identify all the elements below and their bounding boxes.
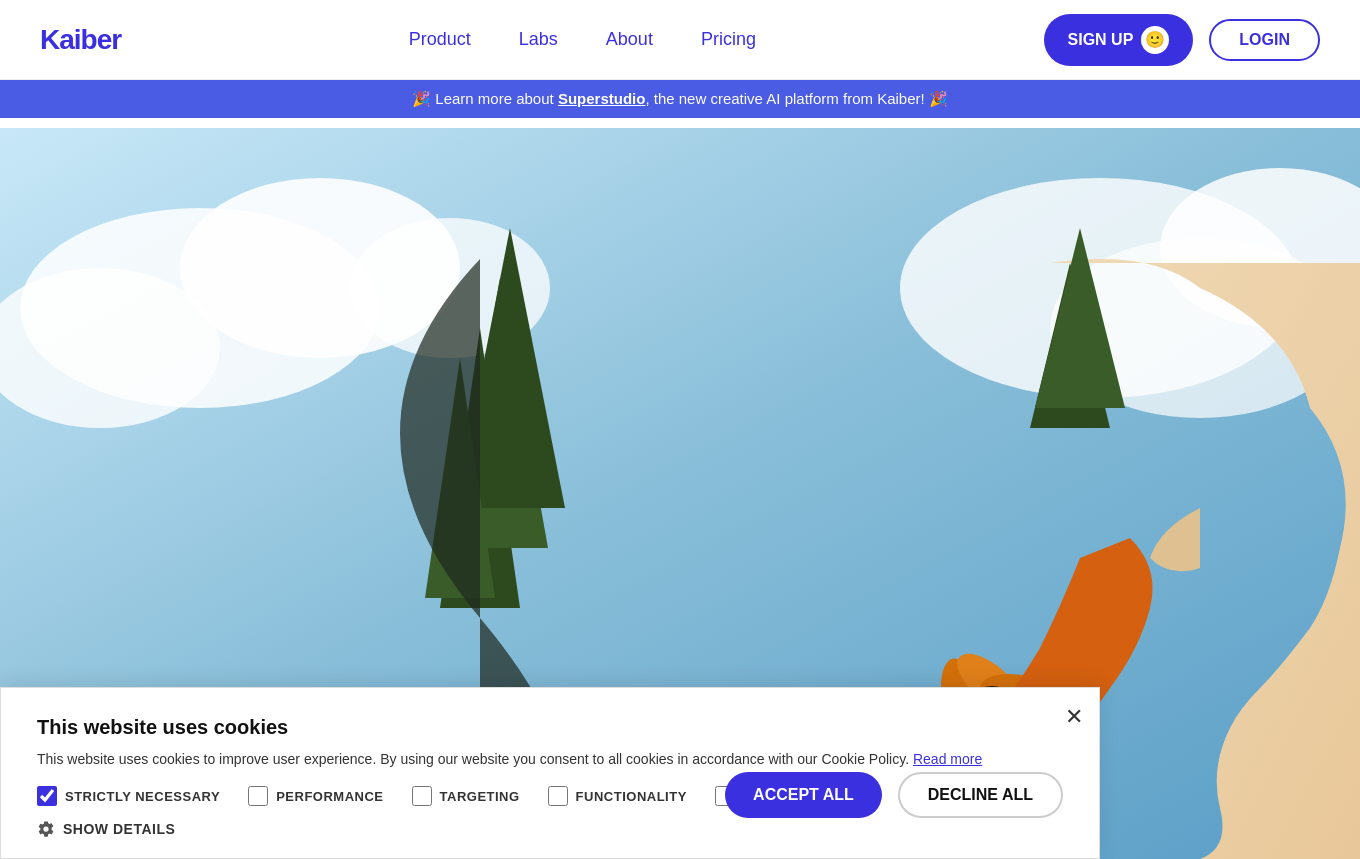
targeting-checkbox[interactable] <box>412 786 432 806</box>
announcement-banner: 🎉 Learn more about Superstudio, the new … <box>0 80 1360 118</box>
functionality-label: FUNCTIONALITY <box>576 789 687 804</box>
navbar-actions: SIGN UP 🙂 LOGIN <box>1044 14 1320 66</box>
cookie-description: This website uses cookies to improve use… <box>37 749 1063 770</box>
login-button[interactable]: LOGIN <box>1209 19 1320 61</box>
banner-text-after: , the new creative AI platform from Kaib… <box>645 90 947 107</box>
cookie-read-more-link[interactable]: Read more <box>913 751 982 767</box>
performance-checkbox[interactable] <box>248 786 268 806</box>
logo[interactable]: Kaiber <box>40 24 121 56</box>
nav-item-product[interactable]: Product <box>409 29 471 50</box>
signup-label: SIGN UP <box>1068 31 1134 49</box>
checkbox-performance[interactable]: PERFORMANCE <box>248 786 383 806</box>
nav-item-pricing[interactable]: Pricing <box>701 29 756 50</box>
nav-item-labs[interactable]: Labs <box>519 29 558 50</box>
smiley-icon: 🙂 <box>1141 26 1169 54</box>
decline-all-button[interactable]: DECLINE ALL <box>898 772 1063 818</box>
navbar: Kaiber Product Labs About Pricing SIGN U… <box>0 0 1360 80</box>
functionality-checkbox[interactable] <box>548 786 568 806</box>
nav-item-about[interactable]: About <box>606 29 653 50</box>
nav-link-product[interactable]: Product <box>409 29 471 49</box>
checkbox-targeting[interactable]: TARGETING <box>412 786 520 806</box>
checkbox-functionality[interactable]: FUNCTIONALITY <box>548 786 687 806</box>
strictly-necessary-checkbox[interactable] <box>37 786 57 806</box>
accept-all-button[interactable]: ACCEPT ALL <box>725 772 882 818</box>
cookie-banner: ✕ This website uses cookies This website… <box>0 687 1100 859</box>
nav-link-pricing[interactable]: Pricing <box>701 29 756 49</box>
strictly-necessary-label: STRICTLY NECESSARY <box>65 789 220 804</box>
signup-button[interactable]: SIGN UP 🙂 <box>1044 14 1194 66</box>
performance-label: PERFORMANCE <box>276 789 383 804</box>
cookie-desc-text: This website uses cookies to improve use… <box>37 751 909 767</box>
cookie-action-buttons: ACCEPT ALL DECLINE ALL <box>725 772 1063 818</box>
show-details-label: SHOW DETAILS <box>63 821 175 837</box>
show-details-row[interactable]: SHOW DETAILS <box>37 820 1063 838</box>
banner-superstudio-link[interactable]: Superstudio <box>558 90 646 107</box>
targeting-label: TARGETING <box>440 789 520 804</box>
gear-icon <box>37 820 55 838</box>
cookie-title: This website uses cookies <box>37 716 1063 739</box>
banner-text-before: 🎉 Learn more about <box>412 90 558 107</box>
nav-link-about[interactable]: About <box>606 29 653 49</box>
cookie-close-button[interactable]: ✕ <box>1065 704 1083 730</box>
checkbox-strictly[interactable]: STRICTLY NECESSARY <box>37 786 220 806</box>
nav-link-labs[interactable]: Labs <box>519 29 558 49</box>
nav-links: Product Labs About Pricing <box>409 29 756 50</box>
